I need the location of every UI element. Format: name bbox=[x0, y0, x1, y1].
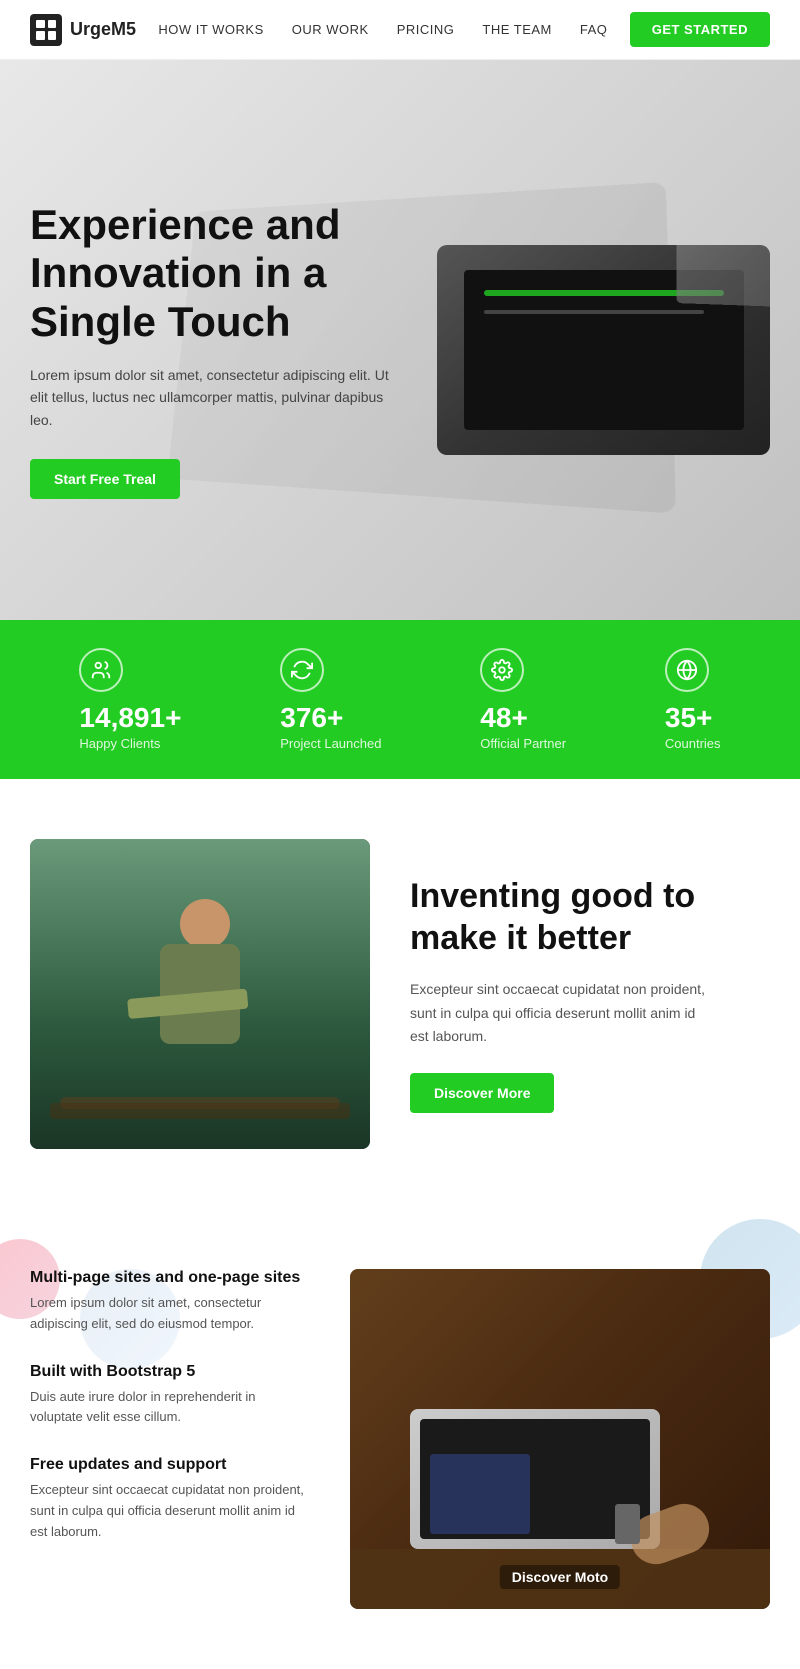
navbar: UrgeM5 HOW IT WORKS OUR WORK PRICING THE… bbox=[0, 0, 800, 60]
nav-our-work[interactable]: OUR WORK bbox=[292, 22, 369, 37]
feature-item-2: Built with Bootstrap 5 Duis aute irure d… bbox=[30, 1363, 310, 1429]
stat-projects-number: 376+ bbox=[280, 702, 381, 734]
feature-title-1: Multi-page sites and one-page sites bbox=[30, 1269, 310, 1287]
stat-countries-number: 35+ bbox=[665, 702, 721, 734]
nav-faq[interactable]: FAQ bbox=[580, 22, 608, 37]
stat-countries-label: Countries bbox=[665, 736, 721, 751]
stat-project-launched: 376+ Project Launched bbox=[280, 648, 381, 751]
users-icon bbox=[79, 648, 123, 692]
brand-name: UrgeM5 bbox=[70, 19, 136, 40]
nav-how-it-works[interactable]: HOW IT WORKS bbox=[158, 22, 263, 37]
feature-title-3: Free updates and support bbox=[30, 1456, 310, 1474]
gear-icon bbox=[480, 648, 524, 692]
stat-clients-label: Happy Clients bbox=[79, 736, 181, 751]
person-photo bbox=[30, 839, 370, 1149]
stat-official-partner: 48+ Official Partner bbox=[480, 648, 566, 751]
inventing-image bbox=[30, 839, 370, 1149]
hero-section: Experience and Innovation in a Single To… bbox=[0, 60, 800, 620]
hero-content: Experience and Innovation in a Single To… bbox=[30, 201, 437, 499]
hero-image-area bbox=[437, 245, 770, 455]
feature-desc-1: Lorem ipsum dolor sit amet, consectetur … bbox=[30, 1293, 310, 1335]
brand-icon bbox=[30, 14, 62, 46]
discover-more-button[interactable]: Discover More bbox=[410, 1073, 554, 1113]
office-photo: Discover Moto bbox=[350, 1269, 770, 1609]
stat-happy-clients: 14,891+ Happy Clients bbox=[79, 648, 181, 751]
features-section: Multi-page sites and one-page sites Lore… bbox=[0, 1209, 800, 1669]
hero-description: Lorem ipsum dolor sit amet, consectetur … bbox=[30, 364, 390, 431]
brand-logo[interactable]: UrgeM5 bbox=[30, 14, 136, 46]
get-started-button[interactable]: GET STARTED bbox=[630, 12, 770, 47]
feature-title-2: Built with Bootstrap 5 bbox=[30, 1363, 310, 1381]
feature-desc-2: Duis aute irure dolor in reprehenderit i… bbox=[30, 1387, 310, 1429]
globe-icon bbox=[665, 648, 709, 692]
inventing-description: Excepteur sint occaecat cupidatat non pr… bbox=[410, 978, 710, 1049]
stats-section: 14,891+ Happy Clients 376+ Project Launc… bbox=[0, 620, 800, 779]
stat-partners-number: 48+ bbox=[480, 702, 566, 734]
feature-item-3: Free updates and support Excepteur sint … bbox=[30, 1456, 310, 1542]
stat-partners-label: Official Partner bbox=[480, 736, 566, 751]
nav-links: HOW IT WORKS OUR WORK PRICING THE TEAM F… bbox=[158, 22, 607, 37]
inventing-section: Inventing good to make it better Excepte… bbox=[0, 779, 800, 1209]
stat-projects-label: Project Launched bbox=[280, 736, 381, 751]
nav-the-team[interactable]: THE TEAM bbox=[482, 22, 552, 37]
nav-pricing[interactable]: PRICING bbox=[397, 22, 455, 37]
feature-desc-3: Excepteur sint occaecat cupidatat non pr… bbox=[30, 1480, 310, 1542]
inventing-content: Inventing good to make it better Excepte… bbox=[410, 839, 770, 1149]
start-trial-button[interactable]: Start Free Treal bbox=[30, 459, 180, 499]
hero-title: Experience and Innovation in a Single To… bbox=[30, 201, 437, 346]
inventing-title: Inventing good to make it better bbox=[410, 875, 770, 960]
stat-clients-number: 14,891+ bbox=[79, 702, 181, 734]
discover-moto-label: Discover Moto bbox=[500, 1565, 620, 1589]
hero-laptop-image bbox=[437, 245, 770, 455]
refresh-icon bbox=[280, 648, 324, 692]
laptop-floating-panel bbox=[676, 245, 770, 307]
features-list: Multi-page sites and one-page sites Lore… bbox=[30, 1269, 310, 1571]
feature-item-1: Multi-page sites and one-page sites Lore… bbox=[30, 1269, 310, 1335]
stat-countries: 35+ Countries bbox=[665, 648, 721, 751]
